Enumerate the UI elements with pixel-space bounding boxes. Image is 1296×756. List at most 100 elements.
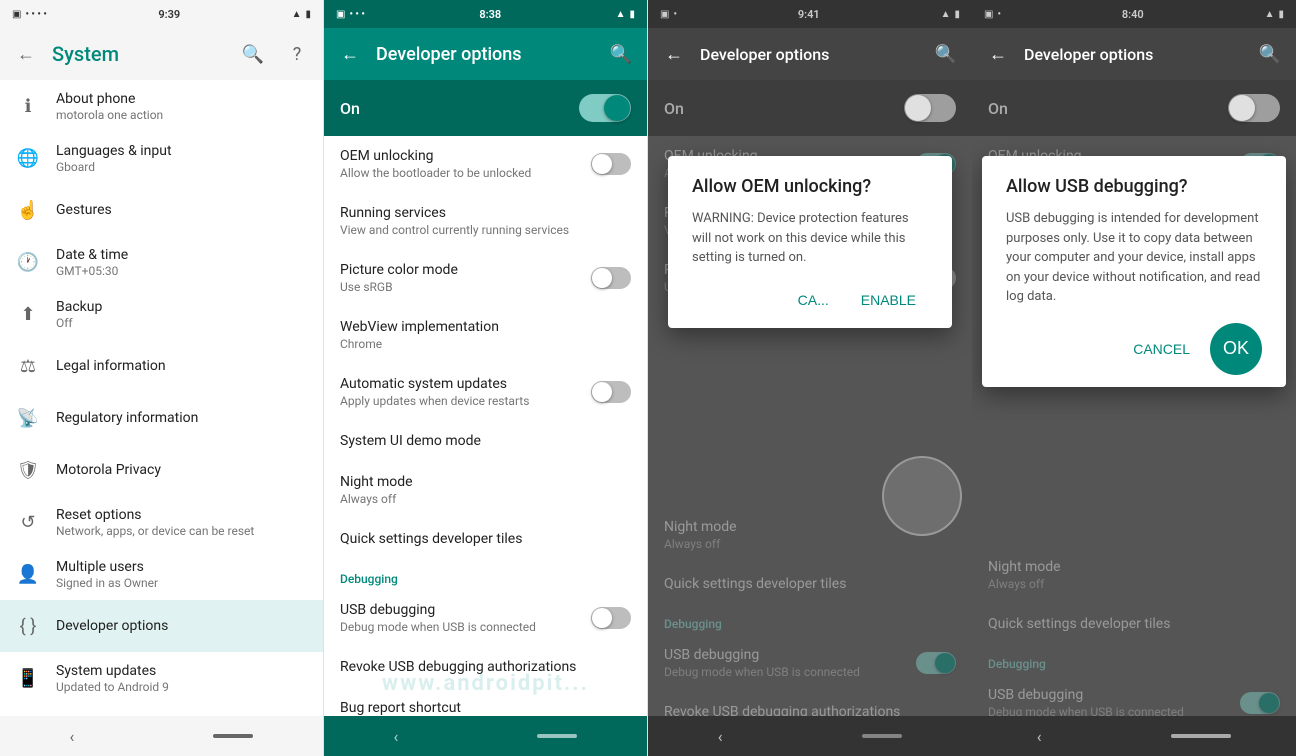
setting-webview-middle[interactable]: WebView implementation Chrome: [324, 307, 647, 364]
back-button-left[interactable]: ←: [8, 36, 44, 72]
dialog-ok-usb[interactable]: OK: [1210, 323, 1262, 375]
sidebar-item-motorola-privacy[interactable]: 🛡 Motorola Privacy: [0, 444, 323, 496]
sidebar-item-gestures[interactable]: ☝ Gestures: [0, 184, 323, 236]
nav-back-middle[interactable]: ‹: [394, 727, 399, 746]
battery-r1: ▮: [954, 9, 960, 20]
back-button-right1[interactable]: ←: [656, 36, 692, 72]
sidebar-sub-datetime: GMT+05:30: [56, 264, 307, 278]
sidebar-item-datetime[interactable]: 🕐 Date & time GMT+05:30: [0, 236, 323, 288]
help-button-left[interactable]: ?: [279, 36, 315, 72]
info-icon: ℹ: [16, 94, 40, 118]
dialog-cancel-usb[interactable]: Cancel: [1121, 323, 1202, 375]
language-icon: 🌐: [16, 146, 40, 170]
status-right-icons-mid: ▲ ▮: [616, 9, 635, 20]
sidebar-item-dev-options[interactable]: { } Developer options: [0, 600, 323, 652]
search-button-left[interactable]: 🔍: [235, 36, 271, 72]
dialog-actions-usb: Cancel OK: [1006, 323, 1262, 379]
sidebar-item-languages[interactable]: 🌐 Languages & input Gboard: [0, 132, 323, 184]
back-button-right2[interactable]: ←: [980, 36, 1016, 72]
sidebar-label-updates: System updates: [56, 663, 307, 679]
on-row-middle[interactable]: On: [324, 80, 647, 136]
setting-usb-middle[interactable]: USB debugging Debug mode when USB is con…: [324, 590, 647, 647]
color-toggle-middle[interactable]: [591, 267, 631, 289]
settings-scroll-middle: www.androidpit... OEM unlocking Allow th…: [324, 136, 647, 716]
setting-running-middle[interactable]: Running services View and control curren…: [324, 193, 647, 250]
setting-revoke-middle[interactable]: Revoke USB debugging authorizations: [324, 647, 647, 688]
autoupdate-toggle-middle[interactable]: [591, 381, 631, 403]
setting-oem-middle[interactable]: OEM unlocking Allow the bootloader to be…: [324, 136, 647, 193]
setting-revoke-label-middle: Revoke USB debugging authorizations: [340, 659, 576, 675]
usb-toggle-middle[interactable]: [591, 607, 631, 629]
dialog-title-usb: Allow USB debugging?: [1006, 176, 1262, 197]
usb-toggle-knob-r2: [1259, 693, 1279, 713]
sidebar-item-reset[interactable]: ↺ Reset options Network, apps, or device…: [0, 496, 323, 548]
nav-pill-right1: [862, 734, 902, 738]
sidebar-label-backup: Backup: [56, 299, 307, 315]
setting-qs-label-r2: Quick settings developer tiles: [988, 616, 1170, 632]
toolbar-title-middle: Developer options: [376, 44, 595, 65]
back-button-middle[interactable]: ←: [332, 36, 368, 72]
nav-back-left[interactable]: ‹: [70, 727, 75, 746]
setting-usb-sub-r2: Debug mode when USB is connected: [988, 705, 1184, 716]
search-button-middle[interactable]: 🔍: [603, 36, 639, 72]
sidebar-item-legal[interactable]: ⚖ Legal information: [0, 340, 323, 392]
nav-pill-middle: [537, 734, 577, 738]
setting-night-label-r2: Night mode: [988, 559, 1061, 575]
setting-night-label-middle: Night mode: [340, 474, 413, 490]
setting-bugreport-middle[interactable]: Bug report shortcut: [324, 688, 647, 716]
setting-autoupdate-middle[interactable]: Automatic system updates Apply updates w…: [324, 364, 647, 421]
search-button-right1[interactable]: 🔍: [928, 36, 964, 72]
status-bar-right1: ▣ • 9:41 ▲ ▮: [648, 0, 972, 28]
dialog-title-oem: Allow OEM unlocking?: [692, 176, 928, 197]
sidebar-item-users[interactable]: 👤 Multiple users Signed in as Owner: [0, 548, 323, 600]
on-toggle-right2[interactable]: [1228, 94, 1280, 122]
dialog-cancel-oem[interactable]: Ca...: [786, 284, 841, 316]
settings-scroll-right2: OEM unlocking Allow the bootloader to be…: [972, 136, 1296, 716]
sim-icon: ▣: [12, 9, 21, 20]
toolbar-middle: ← Developer options 🔍: [324, 28, 647, 80]
setting-running-label-middle: Running services: [340, 205, 569, 221]
usb-toggle-knob-r1: [935, 653, 955, 673]
on-toggle-right1[interactable]: [904, 94, 956, 122]
usb-toggle-knob-middle: [592, 608, 612, 628]
panel-oem-dialog: ▣ • 9:41 ▲ ▮ ← Developer options 🔍 On OE…: [648, 0, 972, 756]
nav-back-right2[interactable]: ‹: [1037, 727, 1042, 746]
sidebar-sub-lang: Gboard: [56, 160, 307, 174]
toolbar-right2: ← Developer options 🔍: [972, 28, 1296, 80]
sidebar-label-regulatory: Regulatory information: [56, 410, 307, 426]
status-right-icons-left: ▲ ▮: [292, 9, 311, 20]
setting-webview-sub-middle: Chrome: [340, 337, 499, 351]
oem-toggle-middle[interactable]: [591, 153, 631, 175]
sidebar-item-about-phone[interactable]: ℹ About phone motorola one action: [0, 80, 323, 132]
sim-icon-mid: ▣: [336, 9, 345, 20]
sidebar-label-users: Multiple users: [56, 559, 307, 575]
status-icons-r2-left: ▣ •: [984, 9, 1001, 20]
nav-back-right1[interactable]: ‹: [718, 727, 723, 746]
on-toggle-middle[interactable]: [579, 94, 631, 122]
gestures-icon: ☝: [16, 198, 40, 222]
battery-icon: ▮: [305, 9, 311, 20]
search-button-right2[interactable]: 🔍: [1252, 36, 1288, 72]
sidebar-item-backup[interactable]: ⬆ Backup Off: [0, 288, 323, 340]
reset-icon: ↺: [16, 510, 40, 534]
on-row-right2[interactable]: On: [972, 80, 1296, 136]
on-toggle-knob-right1: [905, 95, 931, 121]
setting-uidemo-label-middle: System UI demo mode: [340, 433, 481, 449]
on-row-right1[interactable]: On: [648, 80, 972, 136]
sidebar-item-regulatory[interactable]: 📡 Regulatory information: [0, 392, 323, 444]
setting-color-middle[interactable]: Picture color mode Use sRGB: [324, 250, 647, 307]
debugging-section-r1: Debugging: [648, 605, 972, 635]
notification-dots: • • • •: [25, 9, 46, 20]
sidebar-item-system-updates[interactable]: 📱 System updates Updated to Android 9: [0, 652, 323, 704]
dialog-enable-oem[interactable]: Enable: [849, 284, 928, 316]
setting-usb-r2: USB debugging Debug mode when USB is con…: [972, 675, 1296, 716]
setting-night-middle[interactable]: Night mode Always off: [324, 462, 647, 519]
setting-usb-sub-middle: Debug mode when USB is connected: [340, 620, 536, 634]
usb-toggle-r2: [1240, 692, 1280, 714]
wifi-r2: ▲: [1265, 9, 1275, 20]
setting-color-sub-middle: Use sRGB: [340, 280, 458, 294]
setting-uidemo-middle[interactable]: System UI demo mode: [324, 421, 647, 462]
setting-revoke-label-r1: Revoke USB debugging authorizations: [664, 704, 900, 716]
setting-qs-middle[interactable]: Quick settings developer tiles: [324, 519, 647, 560]
sim-icon-r1: ▣: [660, 9, 669, 20]
